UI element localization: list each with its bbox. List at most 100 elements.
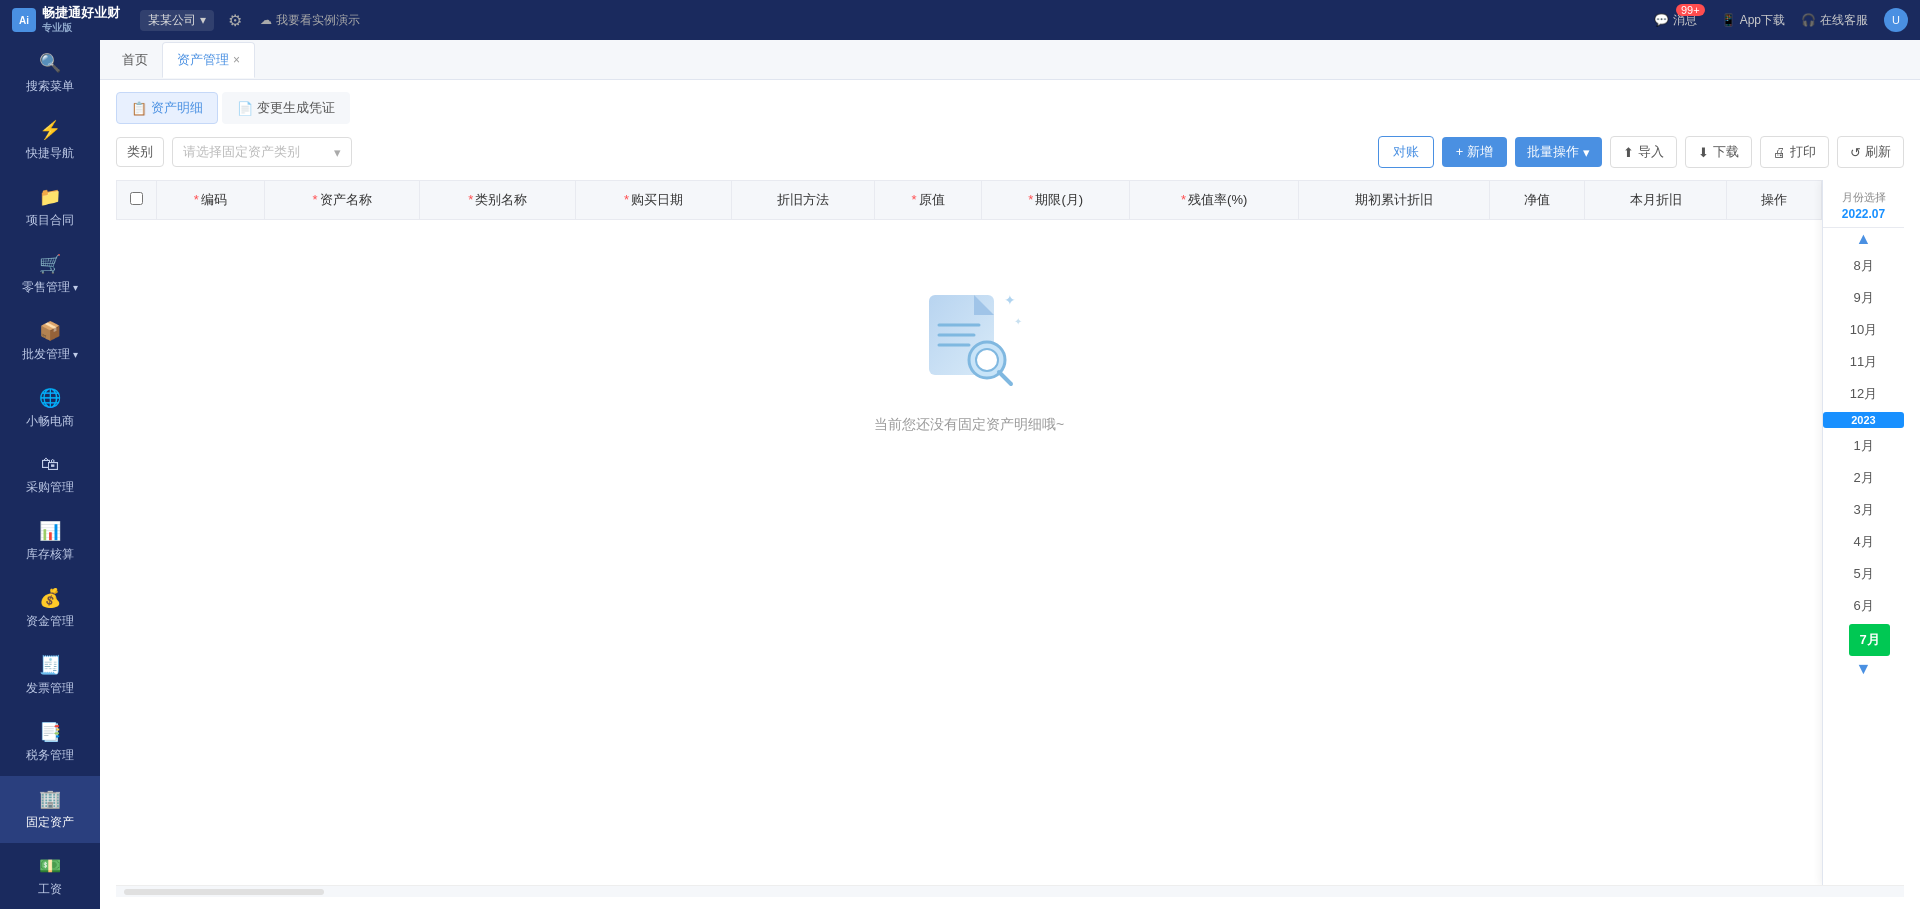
- toolbar: 类别 请选择固定资产类别 ▾ 对账 + 新增 批量操作: [116, 136, 1904, 168]
- app-name-block: 畅捷通好业财 专业版: [42, 5, 120, 35]
- sidebar-label-project: 项目合同: [26, 212, 74, 229]
- online-service-button[interactable]: 🎧 在线客服: [1801, 12, 1868, 29]
- refresh-button[interactable]: ↺ 刷新: [1837, 136, 1904, 168]
- sidebar-item-ecommerce[interactable]: 🌐 小畅电商: [0, 375, 100, 442]
- month-down-button[interactable]: ▼: [1854, 658, 1874, 680]
- sidebar-item-search[interactable]: 🔍 搜索菜单: [0, 40, 100, 107]
- horizontal-scrollbar[interactable]: [124, 889, 324, 895]
- sidebar-item-finance[interactable]: 💰 资金管理: [0, 575, 100, 642]
- month-item-2023-3月[interactable]: 3月: [1843, 494, 1883, 526]
- settings-button[interactable]: ⚙: [228, 11, 242, 30]
- purchase-icon: 🛍: [41, 454, 59, 475]
- sidebar-item-inventory[interactable]: 📊 库存核算: [0, 508, 100, 575]
- table-wrapper: *编码 *资产名称 *类别名称 *购买日期 折旧方法 *原值 *期限(月) *残…: [116, 180, 1822, 885]
- sidebar-item-retail[interactable]: 🛒 零售管理 ▾: [0, 241, 100, 308]
- reconcile-button[interactable]: 对账: [1378, 136, 1434, 168]
- month-item-8月[interactable]: 8月: [1846, 250, 1881, 282]
- user-info[interactable]: U: [1884, 8, 1908, 32]
- message-icon: 💬: [1654, 13, 1669, 27]
- category-select-dropdown[interactable]: 请选择固定资产类别 ▾: [172, 137, 352, 167]
- page-content: 📋 资产明细 📄 变更生成凭证 类别 请选择固定资产类别 ▾: [100, 80, 1920, 909]
- message-button[interactable]: 💬 消息 99+: [1654, 12, 1697, 29]
- batch-dropdown-icon: ▾: [1583, 145, 1590, 160]
- asset-table: *编码 *资产名称 *类别名称 *购买日期 折旧方法 *原值 *期限(月) *残…: [116, 180, 1822, 494]
- tab-asset-management[interactable]: 资产管理 ×: [162, 42, 255, 78]
- demo-link[interactable]: ☁ 我要看实例演示: [260, 12, 360, 29]
- refresh-icon: ↺: [1850, 145, 1861, 160]
- th-residual-rate: *残值率(%): [1130, 181, 1299, 220]
- sidebar-item-fixed-assets[interactable]: 🏢 固定资产: [0, 776, 100, 843]
- download-button[interactable]: ⬇ 下载: [1685, 136, 1752, 168]
- sidebar-item-quick-nav[interactable]: ⚡ 快捷导航: [0, 107, 100, 174]
- month-item-12月[interactable]: 12月: [1846, 378, 1881, 410]
- quick-nav-icon: ⚡: [39, 119, 61, 141]
- download-icon: ⬇: [1698, 145, 1709, 160]
- sidebar-label-wholesale: 批发管理 ▾: [22, 346, 78, 363]
- select-all-checkbox[interactable]: [130, 192, 143, 205]
- month-item-2023-7月[interactable]: 7月: [1849, 624, 1889, 656]
- th-period: *期限(月): [982, 181, 1130, 220]
- svg-line-7: [999, 372, 1011, 384]
- add-button[interactable]: + 新增: [1442, 137, 1507, 167]
- company-selector[interactable]: 某某公司 ▾: [140, 10, 214, 31]
- content-area: 首页 资产管理 × 📋 资产明细 📄 变更生成凭证: [100, 40, 1920, 909]
- tab-close-icon[interactable]: ×: [233, 53, 240, 67]
- sidebar-label-purchase: 采购管理: [26, 479, 74, 496]
- sidebar-label-fixed-assets: 固定资产: [26, 814, 74, 831]
- company-name: 某某公司: [148, 12, 196, 29]
- tab-asset-label: 资产管理: [177, 51, 229, 69]
- avatar: U: [1884, 8, 1908, 32]
- month-up-button[interactable]: ▲: [1854, 228, 1874, 250]
- main-layout: 🔍 搜索菜单 ⚡ 快捷导航 📁 项目合同 🛒 零售管理 ▾ 📦 批发管理 ▾ 🌐…: [0, 40, 1920, 909]
- phone-icon: 📱: [1721, 13, 1736, 27]
- svg-text:✦: ✦: [1014, 316, 1022, 327]
- year-2023-label: 2023: [1823, 412, 1904, 428]
- th-code: *编码: [157, 181, 265, 220]
- month-item-11月[interactable]: 11月: [1846, 346, 1881, 378]
- month-item-9月[interactable]: 9月: [1846, 282, 1881, 314]
- app-download-button[interactable]: 📱 App下载: [1721, 12, 1785, 29]
- month-item-2023-5月[interactable]: 5月: [1843, 558, 1883, 590]
- sidebar-label-inventory: 库存核算: [26, 546, 74, 563]
- month-item-2023-4月[interactable]: 4月: [1843, 526, 1883, 558]
- month-item-2023-1月[interactable]: 1月: [1843, 430, 1883, 462]
- sub-tab-asset-detail[interactable]: 📋 资产明细: [116, 92, 218, 124]
- tab-home[interactable]: 首页: [108, 42, 162, 78]
- th-operation: 操作: [1727, 181, 1822, 220]
- month-panel: 月份选择 2022.07 ▲ 8月9月10月11月12月 2023 1月2月3月…: [1822, 180, 1904, 885]
- import-button[interactable]: ⬆ 导入: [1610, 136, 1677, 168]
- wholesale-icon: 📦: [39, 320, 61, 342]
- months-2023: 1月2月3月4月5月6月7月: [1843, 430, 1883, 658]
- sidebar-item-tax[interactable]: 📑 税务管理: [0, 709, 100, 776]
- sidebar-label-salary: 工资: [38, 881, 62, 898]
- inventory-icon: 📊: [39, 520, 61, 542]
- month-item-2023-2月[interactable]: 2月: [1843, 462, 1883, 494]
- top-bar: Ai 畅捷通好业财 专业版 某某公司 ▾ ⚙ ☁ 我要看实例演示 💬 消息 99…: [0, 0, 1920, 40]
- sidebar-item-invoice[interactable]: 🧾 发票管理: [0, 642, 100, 709]
- scroll-bar-area[interactable]: [116, 885, 1904, 897]
- import-icon: ⬆: [1623, 145, 1634, 160]
- search-icon: 🔍: [39, 52, 61, 74]
- month-item-10月[interactable]: 10月: [1846, 314, 1881, 346]
- month-item-2023-6月[interactable]: 6月: [1843, 590, 1883, 622]
- sub-tab-asset-detail-label: 资产明细: [151, 99, 203, 117]
- sidebar-item-wholesale[interactable]: 📦 批发管理 ▾: [0, 308, 100, 375]
- th-depreciation-method: 折旧方法: [732, 181, 875, 220]
- category-filter[interactable]: 类别: [116, 137, 164, 167]
- table-body: ✦ ✦ 当前您还没有固定资产明细哦~: [117, 220, 1822, 495]
- sidebar-item-project[interactable]: 📁 项目合同: [0, 174, 100, 241]
- toolbar-right: 对账 + 新增 批量操作 ▾ ⬆ 导入 ⬇ 下载: [1378, 136, 1904, 168]
- sub-tab-change-voucher[interactable]: 📄 变更生成凭证: [222, 92, 350, 124]
- batch-operation-button[interactable]: 批量操作 ▾: [1515, 137, 1602, 167]
- sidebar-items: 🔍 搜索菜单 ⚡ 快捷导航 📁 项目合同 🛒 零售管理 ▾ 📦 批发管理 ▾ 🌐…: [0, 40, 100, 909]
- app-sub: 专业版: [42, 21, 120, 35]
- print-icon: 🖨: [1773, 145, 1786, 160]
- headset-icon: 🎧: [1801, 13, 1816, 27]
- print-button[interactable]: 🖨 打印: [1760, 136, 1829, 168]
- tax-icon: 📑: [39, 721, 61, 743]
- top-bar-right: 💬 消息 99+ 📱 App下载 🎧 在线客服 U: [1654, 8, 1908, 32]
- sidebar-item-salary[interactable]: 💵 工资: [0, 843, 100, 909]
- th-name: *资产名称: [264, 181, 420, 220]
- sidebar-item-purchase[interactable]: 🛍 采购管理: [0, 442, 100, 508]
- sub-tab-change-voucher-label: 变更生成凭证: [257, 99, 335, 117]
